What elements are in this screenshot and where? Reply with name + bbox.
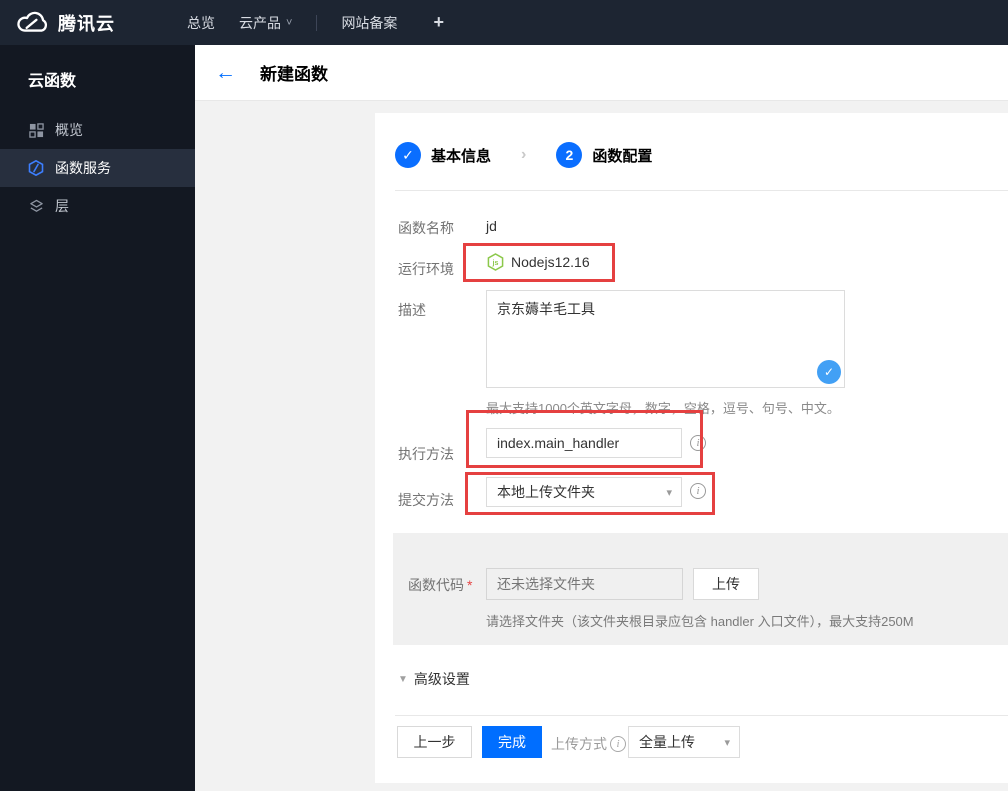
select-caret-icon: ▾ xyxy=(666,486,672,499)
upload-button[interactable]: 上传 xyxy=(693,568,759,600)
triangle-down-icon: ▼ xyxy=(398,673,408,685)
sidebar-item-label: 层 xyxy=(55,198,69,214)
select-caret-icon: ▾ xyxy=(724,736,730,749)
handler-info-icon[interactable]: i xyxy=(690,435,706,451)
back-arrow-icon[interactable]: ← xyxy=(215,62,236,83)
brand-text: 腾讯云 xyxy=(58,13,115,34)
function-hexagon-icon xyxy=(28,160,44,176)
sidebar-item-layers[interactable]: 层 xyxy=(0,187,195,225)
nav-divider xyxy=(316,14,318,31)
nodejs-icon: js xyxy=(487,253,504,271)
step2-label: 函数配置 xyxy=(592,147,653,165)
handler-input[interactable] xyxy=(486,428,682,458)
new-function-card: ✓ 基本信息 › 2 函数配置 函数名称 jd 运行环境 js Nodejs12… xyxy=(375,113,1008,783)
step2-number: 2 xyxy=(556,142,583,168)
folder-path-input[interactable] xyxy=(486,568,683,600)
description-helper-text: 最大支持1000个英文字母，数字，空格，逗号、句号、中文。 xyxy=(486,401,840,416)
steps-divider xyxy=(395,190,1008,191)
sidebar-title: 云函数 xyxy=(28,73,77,90)
page-header: ← 新建函数 xyxy=(195,45,1008,100)
grid-icon xyxy=(28,122,44,138)
submit-method-info-icon[interactable]: i xyxy=(690,483,706,499)
function-name-value: jd xyxy=(486,218,497,234)
step1-label: 基本信息 xyxy=(431,147,492,165)
content-area: ✓ 基本信息 › 2 函数配置 函数名称 jd 运行环境 js Nodejs12… xyxy=(195,100,1008,791)
submit-method-label: 提交方法 xyxy=(398,492,454,508)
step-indicator: ✓ 基本信息 › 2 函数配置 xyxy=(395,142,652,168)
chevron-down-icon: ˅ xyxy=(286,16,293,29)
nav-cloud-products[interactable]: 云产品 ˅ xyxy=(239,13,292,33)
required-asterisk: * xyxy=(467,577,473,593)
step-separator-chevron-icon: › xyxy=(521,146,527,163)
description-textarea[interactable]: 京东薅羊毛工具 xyxy=(486,290,845,388)
topbar: 腾讯云 总览 云产品 ˅ 网站备案 + xyxy=(0,0,1008,45)
upload-mode-label: 上传方式 i xyxy=(551,734,626,754)
sidebar-item-function-service[interactable]: 函数服务 xyxy=(0,149,195,187)
previous-step-button[interactable]: 上一步 xyxy=(397,726,472,758)
page-title: 新建函数 xyxy=(260,65,328,84)
submit-method-select[interactable]: 本地上传文件夹 ▾ xyxy=(486,477,682,507)
submit-method-value: 本地上传文件夹 xyxy=(497,484,595,500)
svg-text:js: js xyxy=(492,259,499,267)
runtime-label: 运行环境 xyxy=(398,261,454,277)
finish-button[interactable]: 完成 xyxy=(482,726,542,758)
function-code-helper-text: 请选择文件夹（该文件夹根目录应包含 handler 入口文件），最大支持250M xyxy=(486,614,914,629)
function-code-label: 函数代码 * xyxy=(408,577,473,593)
step1-check-icon: ✓ xyxy=(395,142,421,168)
nav-add-button[interactable]: + xyxy=(433,12,444,33)
top-nav: 总览 云产品 ˅ 网站备案 + xyxy=(147,12,444,33)
description-label: 描述 xyxy=(398,302,426,318)
function-name-label: 函数名称 xyxy=(398,220,454,236)
runtime-value: Nodejs12.16 xyxy=(511,254,590,270)
advanced-settings-label: 高级设置 xyxy=(413,671,470,687)
footer-divider xyxy=(395,715,1008,716)
sidebar-item-label: 概览 xyxy=(55,122,83,138)
sidebar: 云函数 概览 函数服务 层 xyxy=(0,45,195,791)
nav-icp-filing[interactable]: 网站备案 xyxy=(341,13,397,33)
layers-icon xyxy=(28,198,44,214)
upload-mode-info-icon[interactable]: i xyxy=(610,736,626,752)
valid-check-icon: ✓ xyxy=(817,360,841,384)
cloud-logo-icon xyxy=(14,10,50,35)
nav-overview[interactable]: 总览 xyxy=(187,13,215,33)
upload-mode-select[interactable]: 全量上传 ▾ xyxy=(628,726,740,758)
upload-mode-value: 全量上传 xyxy=(639,734,695,750)
runtime-value-group: js Nodejs12.16 xyxy=(487,253,590,271)
tencent-cloud-logo[interactable]: 腾讯云 xyxy=(14,10,115,36)
sidebar-item-label: 函数服务 xyxy=(55,160,111,176)
handler-label: 执行方法 xyxy=(398,446,454,462)
sidebar-item-overview[interactable]: 概览 xyxy=(0,111,195,149)
advanced-settings-toggle[interactable]: ▼ 高级设置 xyxy=(398,669,470,689)
